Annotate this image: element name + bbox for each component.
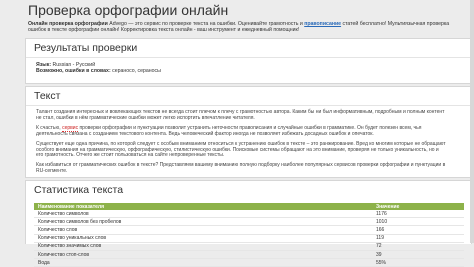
page-title: Проверка орфографии онлайн	[28, 2, 229, 18]
table-row: Вода 55%	[34, 258, 464, 267]
stat-name: Количество стоп-слов	[34, 250, 372, 260]
stat-value: 55%	[372, 258, 464, 267]
table-row: Количество уникальных слов 119	[34, 234, 464, 243]
intro-link[interactable]: правописание	[304, 21, 341, 27]
stats-header-row: Наименование показателя Значение	[34, 203, 464, 210]
stats-table: Наименование показателя Значение Количес…	[34, 203, 464, 267]
stat-name: Количество уникальных слов	[34, 234, 372, 243]
stat-value: 1010	[372, 217, 464, 227]
errors-value: сераносо, сераносы	[110, 68, 161, 75]
results-heading: Результаты проверки	[34, 42, 138, 54]
column-header-name: Наименование показателя	[34, 203, 372, 210]
stat-name: Количество значимых слов	[34, 242, 372, 251]
stat-name: Количество символов без пробелов	[34, 217, 372, 227]
stat-value: 39	[372, 250, 464, 260]
table-row: Количество слов 166	[34, 225, 464, 235]
page: Проверка орфографии онлайн Онлайн провер…	[0, 0, 474, 267]
table-row: Количество символов 1176	[34, 210, 464, 219]
errors-row: Возможно, ошибки в словах: сераносо, сер…	[36, 68, 471, 74]
table-row: Количество значимых слов 72	[34, 242, 464, 251]
text-card: Текст Талант создания интересных и вовле…	[25, 86, 472, 178]
results-card: Результаты проверки Язык: Russian - Русс…	[25, 38, 472, 84]
paragraph-2-rest: проверки орфографии и пунктуации позволи…	[36, 124, 422, 137]
table-row: Количество стоп-слов 39	[34, 250, 464, 260]
errors-label: Возможно, ошибки в словах:	[36, 68, 111, 75]
text-paragraph-4: Как избавиться от грамматических ошибок …	[36, 162, 446, 175]
stat-name: Количество слов	[34, 225, 372, 235]
stat-name: Вода	[34, 258, 372, 267]
stat-value: 166	[372, 225, 464, 235]
stats-card: Статистика текста Наименование показател…	[25, 180, 472, 267]
text-paragraph-2: К счастью, сервис проверки орфографии и …	[36, 124, 446, 138]
text-heading: Текст	[34, 90, 61, 102]
stat-name: Количество символов	[34, 210, 372, 219]
stat-value: 1176	[372, 210, 464, 219]
text-paragraph-3: Существует еще одна причина, по которой …	[36, 140, 446, 159]
table-row: Количество символов без пробелов 1010	[34, 217, 464, 227]
results-body: Язык: Russian - Русский Возможно, ошибки…	[26, 58, 471, 75]
divider	[26, 105, 471, 106]
stat-value: 72	[372, 242, 464, 251]
page-scrollbar[interactable]	[470, 0, 474, 243]
stat-value: 119	[372, 234, 464, 243]
stats-heading: Статистика текста	[34, 184, 124, 196]
intro-text: Онлайн проверка орфографии Advego — это …	[28, 21, 466, 33]
text-paragraph-1: Талант создания интересных и вовлекающих…	[36, 109, 445, 121]
column-header-value: Значение	[372, 203, 464, 210]
